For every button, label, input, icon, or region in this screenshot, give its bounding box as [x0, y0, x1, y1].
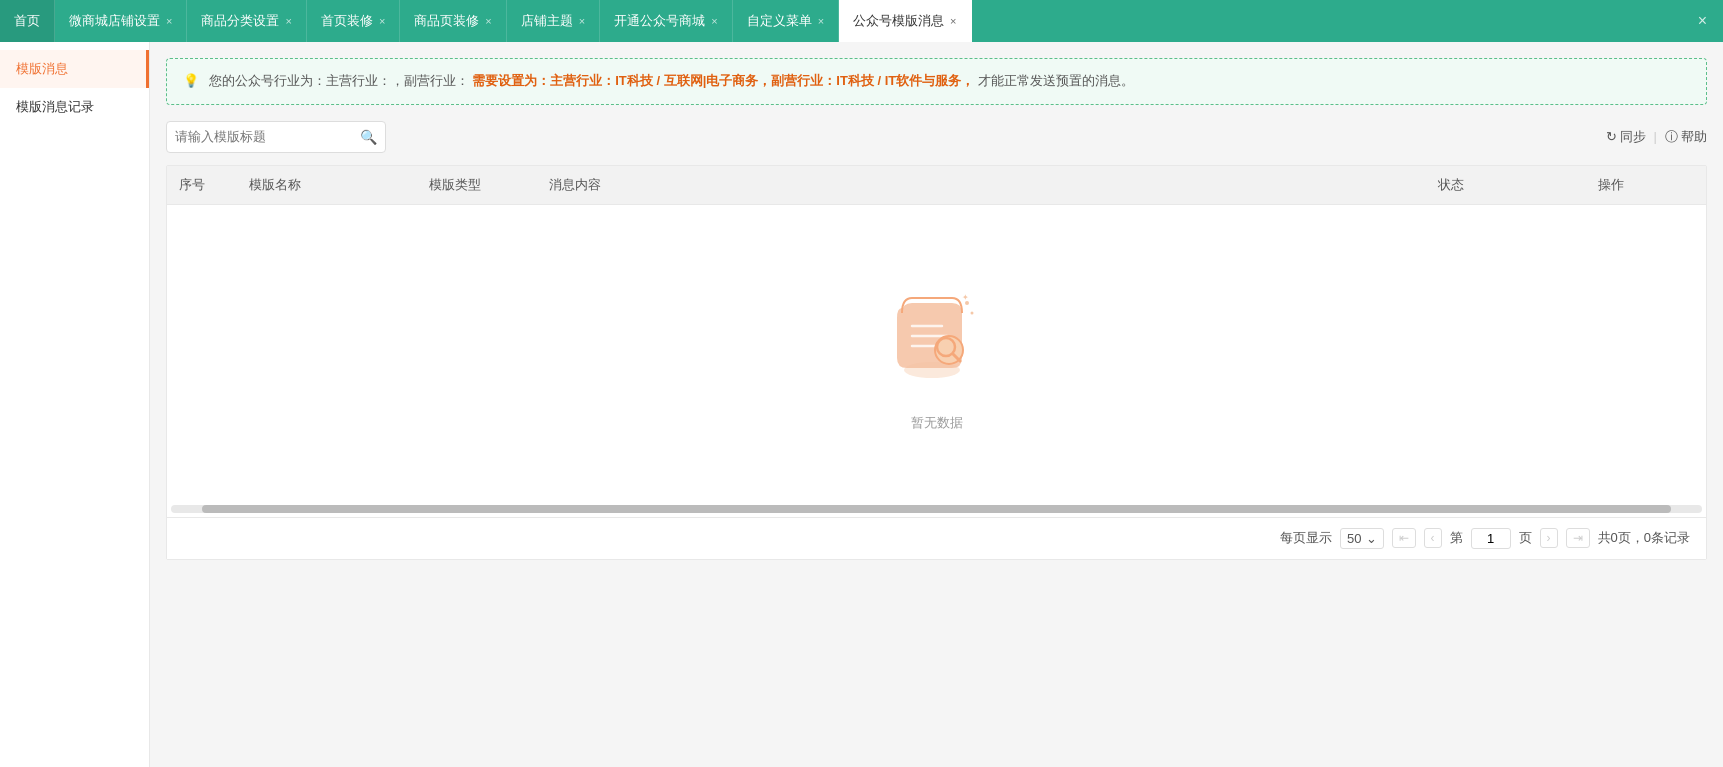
svg-point-8	[970, 311, 973, 314]
nav-tab-template-msg-close[interactable]: ×	[950, 15, 956, 27]
nav-tab-template-msg-label: 公众号模版消息	[853, 12, 944, 30]
table-header-col-3: 消息内容	[537, 166, 1426, 204]
data-table: 序号 模版名称 模版类型 消息内容 状态 操作	[166, 165, 1707, 560]
help-circle-icon: ⓘ	[1665, 128, 1678, 146]
content-area: 💡 您的公众号行业为：主营行业：，副营行业： 需要设置为：主营行业：IT科技 /…	[150, 42, 1723, 767]
table-body: ✦ 暂无数据	[167, 205, 1706, 505]
nav-tab-shop-settings[interactable]: 微商城店铺设置 ×	[55, 0, 187, 42]
nav-tab-custom-menu[interactable]: 自定义菜单 ×	[733, 0, 839, 42]
notice-highlight: 需要设置为：主营行业：IT科技 / 互联网|电子商务，副营行业：IT科技 / I…	[472, 73, 974, 88]
close-all-button[interactable]: ×	[1682, 12, 1723, 30]
table-header-col-0: 序号	[167, 166, 237, 204]
nav-tab-category-close[interactable]: ×	[285, 15, 291, 27]
search-input-wrap: 🔍	[166, 121, 386, 153]
sidebar: 模版消息 模版消息记录	[0, 42, 150, 767]
nav-tab-product-decor-close[interactable]: ×	[485, 15, 491, 27]
table-horizontal-scrollbar[interactable]	[171, 505, 1702, 513]
table-header-col-2: 模版类型	[417, 166, 537, 204]
toolbar-divider: |	[1654, 129, 1657, 144]
first-page-button[interactable]: ⇤	[1392, 528, 1416, 548]
current-page-input[interactable]	[1471, 528, 1511, 549]
next-page-button[interactable]: ›	[1540, 528, 1558, 548]
sync-label: 同步	[1620, 128, 1646, 146]
nav-tab-template-msg[interactable]: 公众号模版消息 ×	[839, 0, 971, 42]
sidebar-item-template-msg-label: 模版消息	[16, 61, 68, 76]
sync-button[interactable]: ↻ 同步	[1606, 128, 1646, 146]
sync-icon: ↻	[1606, 129, 1617, 144]
nav-tab-home-label: 首页	[14, 12, 40, 30]
empty-state-text: 暂无数据	[911, 414, 963, 432]
nav-tab-product-decor-label: 商品页装修	[414, 12, 479, 30]
nav-tab-theme[interactable]: 店铺主题 ×	[507, 0, 600, 42]
nav-tab-home-decor-label: 首页装修	[321, 12, 373, 30]
table-header-col-5: 操作	[1586, 166, 1706, 204]
per-page-dropdown-icon: ⌄	[1366, 531, 1377, 546]
help-button[interactable]: ⓘ 帮助	[1665, 128, 1707, 146]
empty-state-illustration: ✦	[877, 278, 997, 398]
sidebar-item-template-msg-records-label: 模版消息记录	[16, 99, 94, 114]
nav-tab-shop-settings-close[interactable]: ×	[166, 15, 172, 27]
notice-box: 💡 您的公众号行业为：主营行业：，副营行业： 需要设置为：主营行业：IT科技 /…	[166, 58, 1707, 105]
notice-icon: 💡	[183, 73, 199, 88]
last-page-button[interactable]: ⇥	[1566, 528, 1590, 548]
prev-page-button[interactable]: ‹	[1424, 528, 1442, 548]
table-header: 序号 模版名称 模版类型 消息内容 状态 操作	[167, 166, 1706, 205]
toolbar-right: ↻ 同步 | ⓘ 帮助	[1606, 128, 1707, 146]
nav-tab-shop-settings-label: 微商城店铺设置	[69, 12, 160, 30]
per-page-select[interactable]: 50 ⌄	[1340, 528, 1383, 549]
nav-tab-category-label: 商品分类设置	[201, 12, 279, 30]
main-layout: 模版消息 模版消息记录 💡 您的公众号行业为：主营行业：，副营行业： 需要设置为…	[0, 42, 1723, 767]
nav-tab-product-decor[interactable]: 商品页装修 ×	[400, 0, 506, 42]
scrollbar-thumb	[202, 505, 1672, 513]
nav-tab-home-decor-close[interactable]: ×	[379, 15, 385, 27]
sidebar-item-template-msg[interactable]: 模版消息	[0, 50, 149, 88]
per-page-label: 每页显示	[1280, 529, 1332, 547]
page-suffix-label: 页	[1519, 529, 1532, 547]
notice-suffix: 才能正常发送预置的消息。	[978, 73, 1134, 88]
nav-tab-open-mall[interactable]: 开通公众号商城 ×	[600, 0, 732, 42]
nav-tab-home[interactable]: 首页	[0, 0, 55, 42]
table-header-col-1: 模版名称	[237, 166, 417, 204]
pagination: 每页显示 50 ⌄ ⇤ ‹ 第 页 › ⇥ 共0页，0条记录	[167, 517, 1706, 559]
nav-tab-theme-close[interactable]: ×	[579, 15, 585, 27]
nav-tab-custom-menu-label: 自定义菜单	[747, 12, 812, 30]
search-icon[interactable]: 🔍	[360, 129, 377, 145]
nav-tab-open-mall-close[interactable]: ×	[711, 15, 717, 27]
nav-tab-open-mall-label: 开通公众号商城	[614, 12, 705, 30]
per-page-value: 50	[1347, 531, 1361, 546]
nav-tab-custom-menu-close[interactable]: ×	[818, 15, 824, 27]
notice-prefix: 您的公众号行业为：主营行业：，副营行业：	[209, 73, 469, 88]
nav-tab-home-decor[interactable]: 首页装修 ×	[307, 0, 400, 42]
help-label: 帮助	[1681, 128, 1707, 146]
sidebar-item-template-msg-records[interactable]: 模版消息记录	[0, 88, 149, 126]
page-prefix-label: 第	[1450, 529, 1463, 547]
top-nav: 首页 微商城店铺设置 × 商品分类设置 × 首页装修 × 商品页装修 × 店铺主…	[0, 0, 1723, 42]
search-input[interactable]	[175, 129, 360, 144]
table-header-col-4: 状态	[1426, 166, 1586, 204]
nav-tab-theme-label: 店铺主题	[521, 12, 573, 30]
total-info: 共0页，0条记录	[1598, 529, 1690, 547]
nav-tab-category[interactable]: 商品分类设置 ×	[187, 0, 306, 42]
search-bar: 🔍 ↻ 同步 | ⓘ 帮助	[166, 121, 1707, 153]
svg-text:✦: ✦	[962, 293, 969, 302]
